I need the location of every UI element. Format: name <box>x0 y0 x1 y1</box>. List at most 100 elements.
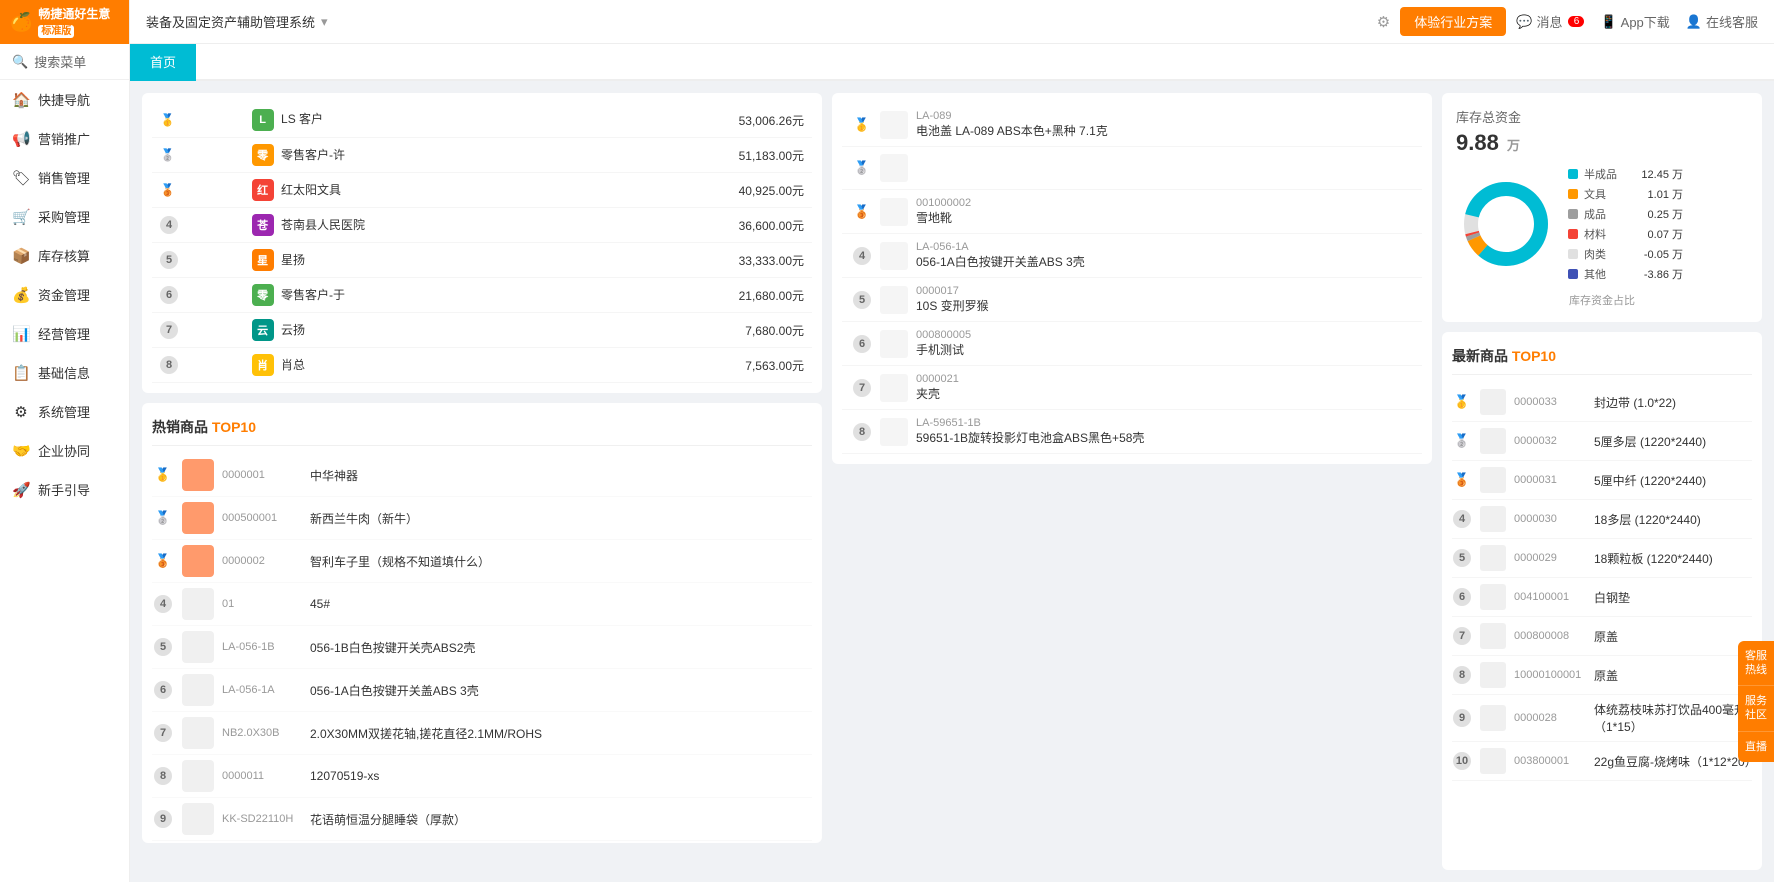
message-button[interactable]: 💬 消息 6 <box>1516 12 1584 31</box>
service-icon: 👤 <box>1686 14 1702 30</box>
customer-rank: 4 <box>152 208 244 243</box>
new-products-title: 最新商品 TOP10 <box>1452 342 1752 375</box>
sidebar-item-finance[interactable]: 💰 资金管理 <box>0 275 129 314</box>
purchase-icon: 🛒 <box>12 208 30 226</box>
new-product-code: 10000100001 <box>1514 669 1586 681</box>
customer-amount: 7,680.00元 <box>593 313 813 348</box>
rank-badge: 9 <box>154 810 172 828</box>
rank-badge: 7 <box>1453 627 1471 645</box>
product-code: 000500001 <box>222 512 302 524</box>
float-btn-live[interactable]: 直播 <box>1738 732 1774 762</box>
sidebar-item-system[interactable]: ⚙ 系统管理 <box>0 392 129 431</box>
sidebar-item-sales[interactable]: 🏷 销售管理 <box>0 158 129 197</box>
sidebar-item-basic[interactable]: 📋 基础信息 <box>0 353 129 392</box>
new-product-row: 4 0000030 18多层 (1220*2440) <box>1452 500 1752 539</box>
product-sale-row: 🥈 <box>842 147 1422 190</box>
app-name: 畅捷通好生意 <box>38 7 110 23</box>
sales-icon: 🏷 <box>12 169 30 187</box>
customer-avatar-cell: 肖 肖总 <box>244 348 593 383</box>
tab-home[interactable]: 首页 <box>130 44 196 81</box>
collab-icon: 🤝 <box>12 442 30 460</box>
rank-badge: 7 <box>853 379 871 397</box>
hot-product-row: 🥇 0000001 中华神器 <box>152 454 812 497</box>
rank-badge: 6 <box>160 286 178 304</box>
new-product-rank: 5 <box>1452 549 1472 567</box>
new-product-thumb <box>1480 506 1506 532</box>
product-name: 花语萌恒温分腿睡袋（厚款） <box>310 811 812 828</box>
sidebar-operation-label: 经营管理 <box>38 324 90 343</box>
product-thumbnail <box>182 760 214 792</box>
topbar-right: 💬 消息 6 📱 App下载 👤 在线客服 <box>1516 12 1758 31</box>
search-menu[interactable]: 🔍 搜索菜单 <box>0 44 129 80</box>
legend-category-value: -0.05 万 <box>1623 246 1683 262</box>
customer-avatar: 云 <box>252 319 274 341</box>
rank-badge: 5 <box>154 638 172 656</box>
float-buttons: 客服热线 服务社区 直播 <box>1738 641 1774 762</box>
sidebar-item-purchase[interactable]: 🛒 采购管理 <box>0 197 129 236</box>
sidebar-item-guide[interactable]: 🚀 新手引导 <box>0 470 129 509</box>
guide-icon: 🚀 <box>12 481 30 499</box>
settings-icon[interactable]: ⚙ <box>1377 13 1390 31</box>
sidebar-item-operation[interactable]: 📊 经营管理 <box>0 314 129 353</box>
legend-dot <box>1568 209 1578 219</box>
product-sale-row: 4 LA-056-1A 056-1A白色按键开关盖ABS 3壳 <box>842 234 1422 278</box>
customer-rank: 6 <box>152 278 244 313</box>
customer-amount: 33,333.00元 <box>593 243 813 278</box>
rank-badge: 5 <box>853 291 871 309</box>
try-plan-button[interactable]: 体验行业方案 <box>1400 7 1506 36</box>
app-download-label: App下载 <box>1621 12 1670 31</box>
product-sales-list: 🥇 LA-089 电池盖 LA-089 ABS本色+黑种 7.1克 🥈 🥉 00… <box>842 103 1422 454</box>
product-rank-icon: 5 <box>152 638 174 656</box>
rank-badge: 10 <box>1453 752 1471 770</box>
sidebar-marketing-label: 营销推广 <box>38 129 90 148</box>
legend-dot <box>1568 189 1578 199</box>
legend-category-value: 0.07 万 <box>1623 226 1683 242</box>
product-sale-row: 6 000800005 手机测试 <box>842 322 1422 366</box>
sale-rank: 🥈 <box>852 160 872 176</box>
legend-category-value: 0.25 万 <box>1623 206 1683 222</box>
new-product-name: 原盖 <box>1594 628 1752 645</box>
new-product-row: 🥇 0000033 封边带 (1.0*22) <box>1452 383 1752 422</box>
online-service-button[interactable]: 👤 在线客服 <box>1686 12 1758 31</box>
rank-badge: 5 <box>1453 549 1471 567</box>
new-product-code: 0000028 <box>1514 712 1586 724</box>
new-product-name: 5厘多层 (1220*2440) <box>1594 433 1752 450</box>
new-product-code: 003800001 <box>1514 755 1586 767</box>
message-icon: 💬 <box>1516 14 1532 30</box>
app-download-button[interactable]: 📱 App下载 <box>1600 12 1669 31</box>
new-product-row: 8 10000100001 原盖 <box>1452 656 1752 695</box>
sale-product-thumb <box>880 330 908 358</box>
new-product-code: 0000032 <box>1514 435 1586 447</box>
hot-product-row: 🥉 0000002 智利车子里（规格不知道填什么） <box>152 540 812 583</box>
customer-amount: 51,183.00元 <box>593 138 813 173</box>
message-label: 消息 <box>1536 12 1562 31</box>
rank-badge: 4 <box>853 247 871 265</box>
customer-row: 🥇 L LS 客户 53,006.26元 <box>152 103 812 138</box>
customer-avatar: 零 <box>252 144 274 166</box>
new-product-code: 004100001 <box>1514 591 1586 603</box>
sale-product-thumb <box>880 242 908 270</box>
sale-product-code: LA-056-1A <box>916 241 1412 253</box>
sidebar-item-inventory[interactable]: 📦 库存核算 <box>0 236 129 275</box>
new-product-name: 5厘中纤 (1220*2440) <box>1594 472 1752 489</box>
float-btn-service[interactable]: 客服热线 <box>1738 641 1774 687</box>
sale-product-name: 10S 变刑罗猴 <box>916 297 1412 314</box>
rank-badge: 8 <box>853 423 871 441</box>
new-product-name: 白钢垫 <box>1594 589 1752 606</box>
basic-icon: 📋 <box>12 364 30 382</box>
quicknav-icon: 🏠 <box>12 91 30 109</box>
sidebar-item-collab[interactable]: 🤝 企业协同 <box>0 431 129 470</box>
sidebar-item-quicknav[interactable]: 🏠 快捷导航 <box>0 80 129 119</box>
online-service-label: 在线客服 <box>1706 12 1758 31</box>
legend-dot <box>1568 229 1578 239</box>
marketing-icon: 📢 <box>12 130 30 148</box>
sale-rank: 🥉 <box>852 204 872 220</box>
rank-badge: 5 <box>160 251 178 269</box>
sale-product-name: 雪地靴 <box>916 209 1412 226</box>
customer-avatar-cell: 红 红太阳文具 <box>244 173 593 208</box>
sale-product-info: LA-056-1A 056-1A白色按键开关盖ABS 3壳 <box>916 241 1412 270</box>
new-product-row: 7 000800008 原盖 <box>1452 617 1752 656</box>
float-btn-community[interactable]: 服务社区 <box>1738 686 1774 732</box>
sidebar-item-marketing[interactable]: 📢 营销推广 <box>0 119 129 158</box>
legend-item: 半成品 12.45 万 <box>1568 166 1683 182</box>
